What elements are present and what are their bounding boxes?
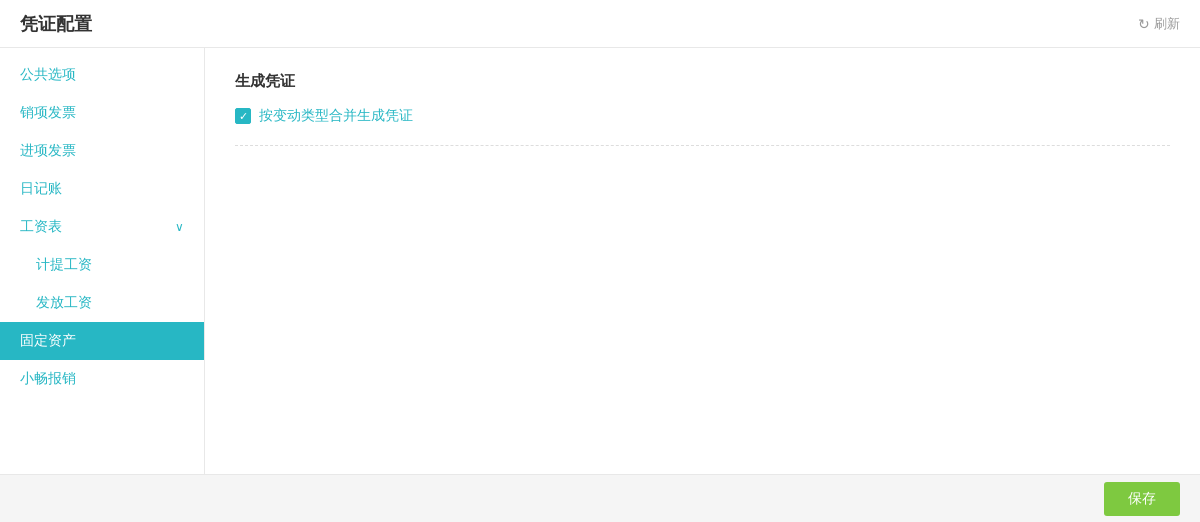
refresh-label: 刷新 <box>1154 15 1180 33</box>
checkbox-label: 按变动类型合并生成凭证 <box>259 107 413 125</box>
sidebar-item-pay-salary[interactable]: 发放工资 <box>0 284 204 322</box>
sidebar-item-label: 工资表 <box>20 218 62 236</box>
sidebar-item-label: 公共选项 <box>20 66 76 84</box>
page-title: 凭证配置 <box>20 12 92 36</box>
sidebar-item-label: 固定资产 <box>20 332 76 350</box>
refresh-icon: ↻ <box>1138 16 1150 32</box>
sidebar-item-label: 小畅报销 <box>20 370 76 388</box>
chevron-down-icon: ∨ <box>175 220 184 234</box>
sidebar-item-public[interactable]: 公共选项 <box>0 56 204 94</box>
sidebar-item-label: 发放工资 <box>36 294 92 312</box>
sidebar-item-sales-invoice[interactable]: 销项发票 <box>0 94 204 132</box>
main-layout: 公共选项销项发票进项发票日记账工资表 ∨ 计提工资发放工资固定资产小畅报销 生成凭证… <box>0 48 1200 474</box>
section-divider <box>235 145 1170 146</box>
sidebar-item-journal[interactable]: 日记账 <box>0 170 204 208</box>
sidebar-item-label: 进项发票 <box>20 142 76 160</box>
section-title: 生成凭证 <box>235 72 1170 91</box>
sidebar: 公共选项销项发票进项发票日记账工资表 ∨ 计提工资发放工资固定资产小畅报销 <box>0 48 205 474</box>
checkbox-row: 按变动类型合并生成凭证 <box>235 107 1170 125</box>
save-button[interactable]: 保存 <box>1104 482 1180 516</box>
sidebar-item-calc-salary[interactable]: 计提工资 <box>0 246 204 284</box>
merge-checkbox[interactable] <box>235 108 251 124</box>
sidebar-item-payroll[interactable]: 工资表 ∨ <box>0 208 204 246</box>
refresh-button[interactable]: ↻ 刷新 <box>1138 15 1180 33</box>
sidebar-item-purchase-invoice[interactable]: 进项发票 <box>0 132 204 170</box>
sidebar-item-label: 计提工资 <box>36 256 92 274</box>
content-area: 生成凭证 按变动类型合并生成凭证 <box>205 48 1200 474</box>
page-footer: 保存 <box>0 474 1200 522</box>
sidebar-item-expense[interactable]: 小畅报销 <box>0 360 204 398</box>
sidebar-item-label: 日记账 <box>20 180 62 198</box>
sidebar-item-label: 销项发票 <box>20 104 76 122</box>
sidebar-item-fixed-assets[interactable]: 固定资产 <box>0 322 204 360</box>
page-header: 凭证配置 ↻ 刷新 <box>0 0 1200 48</box>
